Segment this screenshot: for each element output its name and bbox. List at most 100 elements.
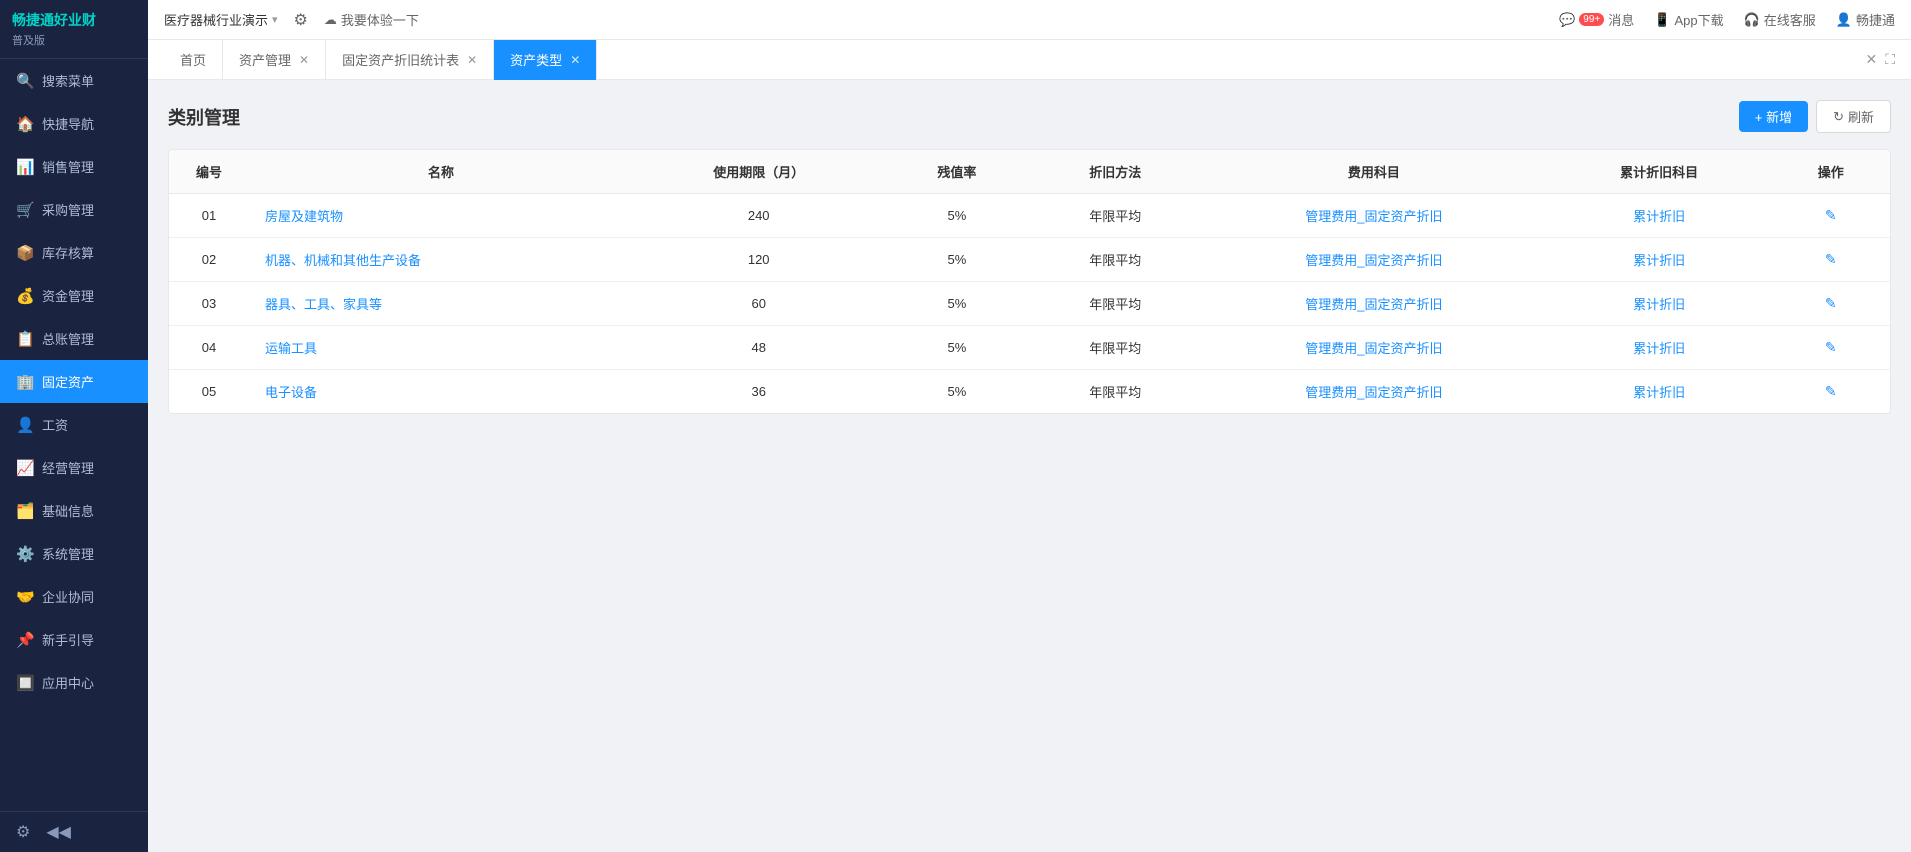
- collapse-icon[interactable]: ◀◀: [46, 822, 71, 842]
- tab-close-asset_type[interactable]: ✕: [570, 53, 580, 67]
- sidebar-item-funds[interactable]: 💰资金管理: [0, 274, 148, 317]
- badge-messages: 99+: [1579, 13, 1604, 26]
- company-name: 医疗器械行业演示: [164, 10, 268, 29]
- sidebar-item-inventory[interactable]: 📦库存核算: [0, 231, 148, 274]
- col-name[interactable]: 房屋及建筑物: [249, 194, 633, 238]
- header-user[interactable]: 👤畅捷通: [1836, 10, 1895, 29]
- sidebar-item-search[interactable]: 🔍 搜索菜单: [0, 59, 148, 102]
- header-app_download[interactable]: 📱App下载: [1654, 10, 1723, 29]
- col-usage-period: 240: [633, 194, 884, 238]
- tab-bar-actions: ✕ ⛶: [1865, 51, 1895, 68]
- tab-close-asset_mgmt[interactable]: ✕: [299, 53, 309, 67]
- tab-asset_mgmt[interactable]: 资产管理✕: [223, 40, 326, 80]
- col-accum-subject: 累计折旧: [1547, 326, 1772, 370]
- col-usage-period: 48: [633, 326, 884, 370]
- col-name[interactable]: 器具、工具、家具等: [249, 282, 633, 326]
- sidebar-item-ledger[interactable]: 📋 总账管理: [0, 317, 148, 360]
- col-accum-subject: 累计折旧: [1547, 194, 1772, 238]
- tab-home[interactable]: 首页: [164, 40, 223, 80]
- tab-close-depreciation_table[interactable]: ✕: [467, 53, 477, 67]
- table-body: 01 房屋及建筑物 240 5% 年限平均 管理费用_固定资产折旧 累计折旧 ✎…: [169, 194, 1890, 414]
- tab-label-home: 首页: [180, 50, 206, 69]
- sidebar-item-label: 总账管理: [42, 329, 94, 348]
- sidebar-item-operations[interactable]: 📈 经营管理: [0, 446, 148, 489]
- sidebar-item-enterprise[interactable]: 🤝企业协同: [0, 575, 148, 618]
- col-accum-subject: 累计折旧: [1547, 282, 1772, 326]
- guide-icon: 📌: [16, 631, 34, 649]
- funds-icon: 💰: [16, 287, 34, 305]
- user-label: 畅捷通: [1856, 10, 1895, 29]
- edit-icon[interactable]: ✎: [1825, 207, 1837, 223]
- payroll-icon: 👤: [16, 416, 34, 434]
- content-area: 类别管理 + 新增 ↻ 刷新 编号名称使用期限（月）残值率折旧方法费用科目累计折…: [148, 80, 1911, 852]
- col-depreciation-method: 年限平均: [1029, 282, 1201, 326]
- col-header: 累计折旧科目: [1547, 150, 1772, 194]
- table-header-row: 编号名称使用期限（月）残值率折旧方法费用科目累计折旧科目操作: [169, 150, 1890, 194]
- sidebar-item-label: 采购管理: [42, 200, 94, 219]
- sidebar-item-system[interactable]: ⚙️系统管理: [0, 532, 148, 575]
- sidebar-nav: 🔍 搜索菜单 🏠快捷导航📊销售管理🛒采购管理📦库存核算💰资金管理 📋 总账管理 🏢固定资产…: [0, 59, 148, 811]
- trial-button[interactable]: ☁ 我要体验一下: [324, 10, 419, 29]
- col-residual-rate: 5%: [884, 326, 1029, 370]
- appcenter-icon: 🔲: [16, 674, 34, 692]
- edit-icon[interactable]: ✎: [1825, 295, 1837, 311]
- header-customer_service[interactable]: 🎧在线客服: [1744, 10, 1816, 29]
- operations-icon: 📈: [16, 459, 34, 477]
- col-header: 残值率: [884, 150, 1029, 194]
- col-depreciation-method: 年限平均: [1029, 194, 1201, 238]
- col-name[interactable]: 电子设备: [249, 370, 633, 414]
- page-actions: + 新增 ↻ 刷新: [1739, 100, 1891, 133]
- sidebar-item-basics[interactable]: 🗂️基础信息: [0, 489, 148, 532]
- edit-icon[interactable]: ✎: [1825, 339, 1837, 355]
- search-icon: 🔍: [16, 72, 34, 90]
- close-window-icon[interactable]: ✕: [1865, 51, 1877, 68]
- sidebar-item-guide[interactable]: 📌新手引导: [0, 618, 148, 661]
- sidebar-item-label: 搜索菜单: [42, 71, 94, 90]
- col-usage-period: 36: [633, 370, 884, 414]
- logo-title: 畅捷通好业财: [12, 10, 136, 30]
- messages-icon: 💬: [1559, 12, 1575, 28]
- col-residual-rate: 5%: [884, 282, 1029, 326]
- page-title: 类别管理: [168, 104, 240, 130]
- sidebar-item-label: 快捷导航: [42, 114, 94, 133]
- sidebar-item-label: 企业协同: [42, 587, 94, 606]
- customer_service-label: 在线客服: [1764, 10, 1816, 29]
- ledger-icon: 📋: [16, 330, 34, 348]
- edit-icon[interactable]: ✎: [1825, 251, 1837, 267]
- col-code: 03: [169, 282, 249, 326]
- col-expense-subject: 管理费用_固定资产折旧: [1201, 194, 1547, 238]
- top-header: 医疗器械行业演示 ▾ ⚙ ☁ 我要体验一下 💬99+消息📱App下载🎧在线客服👤…: [148, 0, 1911, 40]
- col-depreciation-method: 年限平均: [1029, 326, 1201, 370]
- company-selector[interactable]: 医疗器械行业演示 ▾: [164, 10, 278, 29]
- sidebar-item-label: 经营管理: [42, 458, 94, 477]
- expand-window-icon[interactable]: ⛶: [1885, 51, 1895, 68]
- sidebar-item-payroll[interactable]: 👤 工资: [0, 403, 148, 446]
- edit-icon[interactable]: ✎: [1825, 383, 1837, 399]
- sidebar-item-fixed_assets[interactable]: 🏢固定资产: [0, 360, 148, 403]
- refresh-icon: ↻: [1833, 109, 1844, 125]
- col-depreciation-method: 年限平均: [1029, 370, 1201, 414]
- refresh-button[interactable]: ↻ 刷新: [1816, 100, 1891, 133]
- col-operations: ✎: [1771, 238, 1890, 282]
- sidebar-item-quicknav[interactable]: 🏠快捷导航: [0, 102, 148, 145]
- tab-depreciation_table[interactable]: 固定资产折旧统计表✕: [326, 40, 494, 80]
- col-name[interactable]: 机器、机械和其他生产设备: [249, 238, 633, 282]
- col-code: 04: [169, 326, 249, 370]
- sidebar-item-purchase[interactable]: 🛒采购管理: [0, 188, 148, 231]
- col-header: 折旧方法: [1029, 150, 1201, 194]
- header-settings-icon[interactable]: ⚙: [294, 10, 308, 30]
- col-usage-period: 60: [633, 282, 884, 326]
- sidebar-item-label: 工资: [42, 415, 68, 434]
- tab-label-asset_type: 资产类型: [510, 50, 562, 69]
- tab-asset_type[interactable]: 资产类型 ✕: [494, 40, 597, 80]
- header-messages[interactable]: 💬99+消息: [1559, 10, 1634, 29]
- col-code: 01: [169, 194, 249, 238]
- new-button[interactable]: + 新增: [1739, 101, 1808, 132]
- sidebar-item-sales[interactable]: 📊销售管理: [0, 145, 148, 188]
- col-residual-rate: 5%: [884, 370, 1029, 414]
- settings-icon[interactable]: ⚙: [16, 822, 30, 842]
- col-name[interactable]: 运输工具: [249, 326, 633, 370]
- basics-icon: 🗂️: [16, 502, 34, 520]
- sidebar-item-appcenter[interactable]: 🔲应用中心: [0, 661, 148, 704]
- inventory-icon: 📦: [16, 244, 34, 262]
